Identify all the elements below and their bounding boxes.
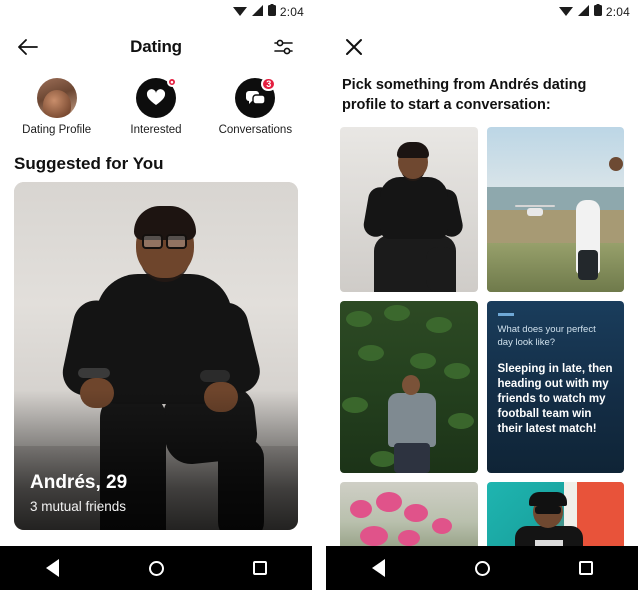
preferences-sliders-icon[interactable] <box>272 35 296 59</box>
sidebar-item-dating-profile[interactable]: Dating Profile <box>10 78 103 136</box>
nav-back-triangle-icon[interactable] <box>356 546 400 590</box>
screenshot-divider <box>312 0 326 590</box>
right-content: Pick something from Andrés dating profil… <box>326 24 638 590</box>
prompt-answer: Sleeping in late, then heading out with … <box>497 362 613 436</box>
section-title-suggested: Suggested for You <box>14 154 164 173</box>
sidebar-item-interested[interactable]: • Interested <box>109 77 202 136</box>
chat-bubbles-icon[interactable]: 3 <box>235 77 277 118</box>
status-badge-interested: • <box>166 77 177 87</box>
photo-man-sitting-white-wall[interactable] <box>340 127 478 293</box>
dating-header: Dating <box>0 24 312 70</box>
tab-label-dating-profile: Dating Profile <box>22 124 92 136</box>
page-title: Dating <box>130 37 182 56</box>
prompt-card-perfect-day[interactable]: What does your perfect day look like? Sl… <box>486 301 624 474</box>
nav-back-triangle-icon[interactable] <box>30 546 74 590</box>
nav-recents-square-icon[interactable] <box>564 546 608 590</box>
phone-screen-pick-something: 2:04 Pick something from Andrés dating p… <box>326 0 638 590</box>
android-navigation-bar-left <box>0 546 312 590</box>
signal-icon <box>251 3 264 21</box>
left-content: Dating Dating Profile • Interested 3 Con… <box>0 24 312 590</box>
dating-tabs: Dating Profile • Interested 3 Conversati… <box>0 70 312 142</box>
nav-home-circle-icon[interactable] <box>460 546 504 590</box>
battery-icon <box>593 3 602 21</box>
two-phone-screenshot: 2:04 Dating Dating Profile • Interested … <box>0 0 638 590</box>
prompt-question: What does your perfect day look like? <box>497 324 596 348</box>
pick-something-header <box>326 24 638 70</box>
profile-photo-avatar[interactable] <box>36 78 77 118</box>
status-badge-conversations: 3 <box>261 77 277 91</box>
status-icons-left <box>232 3 276 21</box>
phone-screen-dating-home: 2:04 Dating Dating Profile • Interested … <box>0 0 312 590</box>
heart-icon[interactable]: • <box>135 77 177 118</box>
quote-accent-bar <box>497 313 514 317</box>
tab-label-interested: Interested <box>130 124 182 136</box>
photo-man-with-drone-coast[interactable] <box>486 127 624 293</box>
suggested-profile-card[interactable]: Andrés, 29 3 mutual friends <box>14 182 298 530</box>
close-x-icon[interactable] <box>342 35 366 59</box>
status-bar-right: 2:04 <box>326 0 638 24</box>
nav-home-circle-icon[interactable] <box>134 546 178 590</box>
conversation-prompt-text: Pick something from Andrés dating profil… <box>342 77 587 113</box>
signal-icon <box>577 3 590 21</box>
profile-content-grid: What does your perfect day look like? Sl… <box>326 127 638 571</box>
profile-name: Andrés, 29 <box>30 472 128 493</box>
status-time-right: 2:04 <box>605 5 630 19</box>
wifi-icon <box>558 3 573 21</box>
profile-mutual-friends: 3 mutual friends <box>30 499 127 514</box>
status-icons-right <box>558 3 602 21</box>
back-arrow-icon[interactable] <box>16 35 40 59</box>
nav-recents-square-icon[interactable] <box>238 546 282 590</box>
status-bar-left: 2:04 <box>0 0 312 24</box>
status-time-left: 2:04 <box>279 5 304 19</box>
battery-icon <box>267 3 276 21</box>
sidebar-item-conversations[interactable]: 3 Conversations <box>209 77 302 136</box>
wifi-icon <box>232 3 247 21</box>
photo-man-greenery-grey-jacket[interactable] <box>340 301 478 474</box>
android-navigation-bar-right <box>326 546 638 590</box>
tab-label-conversations: Conversations <box>218 124 293 136</box>
